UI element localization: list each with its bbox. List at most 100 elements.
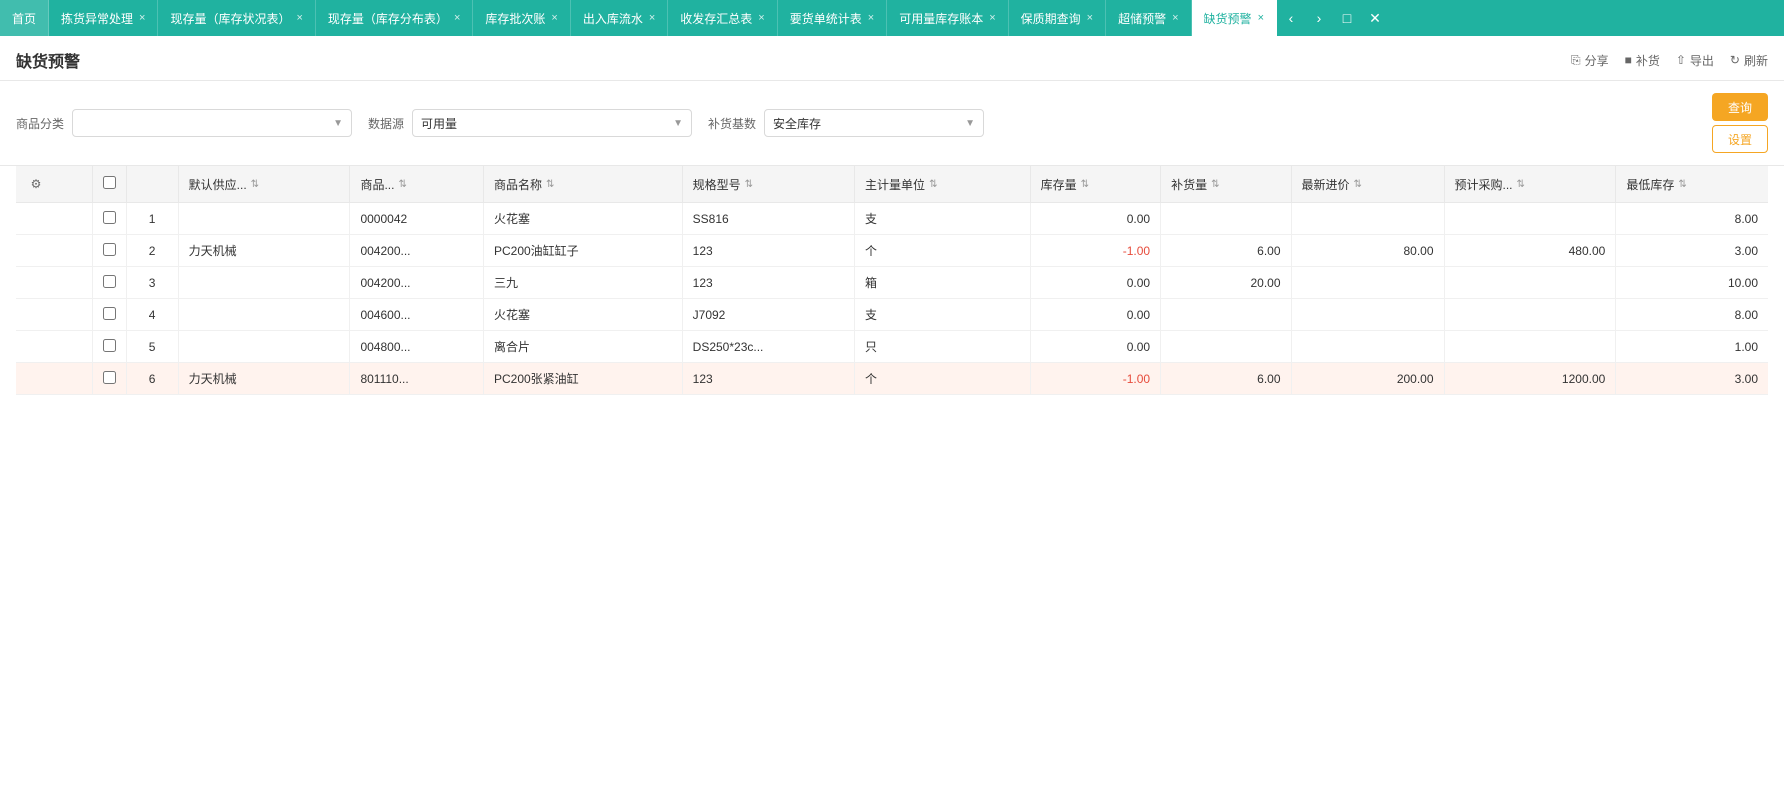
share-button[interactable]: ⎘ 分享 (1571, 52, 1609, 69)
export-icon: ⇧ (1676, 53, 1686, 67)
row-price-cell (1291, 331, 1444, 363)
row-name-cell: 三九 (483, 267, 682, 299)
table-row[interactable]: 6 力天机械 801110... PC200张紧油缸 123 个 -1.00 6… (16, 363, 1768, 395)
tab-close-shortage[interactable]: × (1258, 12, 1264, 24)
tab-close-expiry-query[interactable]: × (1087, 12, 1093, 24)
page-title: 缺货预警 (16, 48, 80, 72)
row-code-cell: 004200... (350, 235, 484, 267)
row-checkbox-cell (92, 235, 126, 267)
row-spec-cell: J7092 (682, 299, 854, 331)
row-checkbox[interactable] (103, 243, 116, 256)
row-price-cell (1291, 267, 1444, 299)
select-all-checkbox[interactable] (103, 176, 116, 189)
table-row[interactable]: 2 力天机械 004200... PC200油缸缸子 123 个 -1.00 6… (16, 235, 1768, 267)
header-actions: ⎘ 分享 ■ 补货 ⇧ 导出 ↻ 刷新 (1571, 52, 1768, 69)
tab-nav-prev[interactable]: ‹ (1277, 0, 1305, 36)
tab-close-abnormal[interactable]: × (139, 12, 145, 24)
row-checkbox[interactable] (103, 371, 116, 384)
row-replenish-cell (1161, 331, 1291, 363)
tab-inventory-status[interactable]: 现存量（库存状况表） × (158, 0, 315, 36)
tab-close-batch-account[interactable]: × (551, 12, 557, 24)
col-product-code[interactable]: 商品... ⇅ (350, 166, 484, 203)
table-row[interactable]: 4 004600... 火花塞 J7092 支 0.00 8.00 (16, 299, 1768, 331)
page-header: 缺货预警 ⎘ 分享 ■ 补货 ⇧ 导出 ↻ 刷新 (0, 36, 1784, 81)
tab-close-all[interactable]: ✕ (1361, 0, 1389, 36)
row-stock-cell: 0.00 (1030, 203, 1160, 235)
filter-row: 商品分类 ▼ 数据源 可用量 ▼ 补货基数 安全库存 ▼ 查询 设置 (0, 81, 1784, 166)
tab-expiry-query[interactable]: 保质期查询 × (1009, 0, 1106, 36)
col-stock-qty[interactable]: 库存量 ⇅ (1030, 166, 1160, 203)
settings-button[interactable]: 设置 (1712, 125, 1768, 153)
row-checkbox-cell (92, 203, 126, 235)
col-product-name[interactable]: 商品名称 ⇅ (483, 166, 682, 203)
table-row[interactable]: 1 0000042 火花塞 SS816 支 0.00 8.00 (16, 203, 1768, 235)
col-replenish-qty[interactable]: 补货量 ⇅ (1161, 166, 1291, 203)
row-num-cell: 3 (126, 267, 178, 299)
replenish-sort-icon: ⇅ (1211, 179, 1219, 190)
table-row[interactable]: 3 004200... 三九 123 箱 0.00 20.00 10.00 (16, 267, 1768, 299)
col-min-stock[interactable]: 最低库存 ⇅ (1616, 166, 1768, 203)
row-checkbox[interactable] (103, 275, 116, 288)
table-row[interactable]: 5 004800... 离合片 DS250*23c... 只 0.00 1.00 (16, 331, 1768, 363)
row-settings-cell (16, 363, 92, 395)
category-filter-group: 商品分类 ▼ (16, 109, 352, 137)
tab-overstock[interactable]: 超储预警 × (1106, 0, 1191, 36)
replenish-basis-select[interactable]: 安全库存 ▼ (764, 109, 984, 137)
row-code-cell: 801110... (350, 363, 484, 395)
tab-close-available-ledger[interactable]: × (989, 12, 995, 24)
tab-order-stats[interactable]: 要货单统计表 × (778, 0, 887, 36)
row-min-stock-cell: 8.00 (1616, 299, 1768, 331)
row-stock-cell: -1.00 (1030, 235, 1160, 267)
price-sort-icon: ⇅ (1354, 179, 1362, 190)
tab-in-out-flow[interactable]: 出入库流水 × (571, 0, 668, 36)
column-settings-icon[interactable]: ⚙ (26, 174, 46, 194)
tab-available-ledger[interactable]: 可用量库存账本 × (887, 0, 1008, 36)
unit-sort-icon: ⇅ (929, 179, 937, 190)
row-num-cell: 4 (126, 299, 178, 331)
tab-batch-account[interactable]: 库存批次账 × (473, 0, 570, 36)
row-code-cell: 004600... (350, 299, 484, 331)
tab-restore[interactable]: □ (1333, 0, 1361, 36)
row-checkbox[interactable] (103, 339, 116, 352)
tab-shortage[interactable]: 缺货预警 × (1192, 0, 1277, 36)
tab-nav-next[interactable]: › (1305, 0, 1333, 36)
tab-abnormal[interactable]: 拣货异常处理 × (49, 0, 158, 36)
tab-close-inventory-status[interactable]: × (296, 12, 302, 24)
query-button[interactable]: 查询 (1712, 93, 1768, 121)
row-settings-cell (16, 331, 92, 363)
tab-close-receive-summary[interactable]: × (758, 12, 764, 24)
row-unit-cell: 支 (855, 299, 1031, 331)
replenish-button[interactable]: ■ 补货 (1625, 52, 1660, 69)
tab-close-in-out-flow[interactable]: × (649, 12, 655, 24)
tab-home[interactable]: 首页 (0, 0, 49, 36)
tab-receive-summary[interactable]: 收发存汇总表 × (668, 0, 777, 36)
row-replenish-cell (1161, 299, 1291, 331)
col-settings: ⚙ (16, 166, 92, 203)
col-spec[interactable]: 规格型号 ⇅ (682, 166, 854, 203)
col-latest-price[interactable]: 最新进价 ⇅ (1291, 166, 1444, 203)
col-supplier[interactable]: 默认供应... ⇅ (178, 166, 350, 203)
replenish-basis-value: 安全库存 (773, 115, 821, 132)
refresh-button[interactable]: ↻ 刷新 (1730, 52, 1768, 69)
row-checkbox[interactable] (103, 307, 116, 320)
tab-close-overstock[interactable]: × (1172, 12, 1178, 24)
row-min-stock-cell: 1.00 (1616, 331, 1768, 363)
export-button[interactable]: ⇧ 导出 (1676, 52, 1714, 69)
replenish-icon: ■ (1625, 53, 1632, 67)
category-label: 商品分类 (16, 115, 64, 132)
col-est-purchase[interactable]: 预计采购... ⇅ (1444, 166, 1616, 203)
tab-close-order-stats[interactable]: × (868, 12, 874, 24)
tab-close-inventory-dist[interactable]: × (454, 12, 460, 24)
row-est-cell (1444, 331, 1616, 363)
table-body: 1 0000042 火花塞 SS816 支 0.00 8.00 2 力天机械 0… (16, 203, 1768, 395)
category-select[interactable]: ▼ (72, 109, 352, 137)
replenish-basis-label: 补货基数 (708, 115, 756, 132)
share-icon: ⎘ (1571, 53, 1581, 68)
datasource-select[interactable]: 可用量 ▼ (412, 109, 692, 137)
row-min-stock-cell: 10.00 (1616, 267, 1768, 299)
col-unit[interactable]: 主计量单位 ⇅ (855, 166, 1031, 203)
row-code-cell: 004800... (350, 331, 484, 363)
row-settings-cell (16, 203, 92, 235)
tab-inventory-dist[interactable]: 现存量（库存分布表） × (316, 0, 473, 36)
row-checkbox[interactable] (103, 211, 116, 224)
